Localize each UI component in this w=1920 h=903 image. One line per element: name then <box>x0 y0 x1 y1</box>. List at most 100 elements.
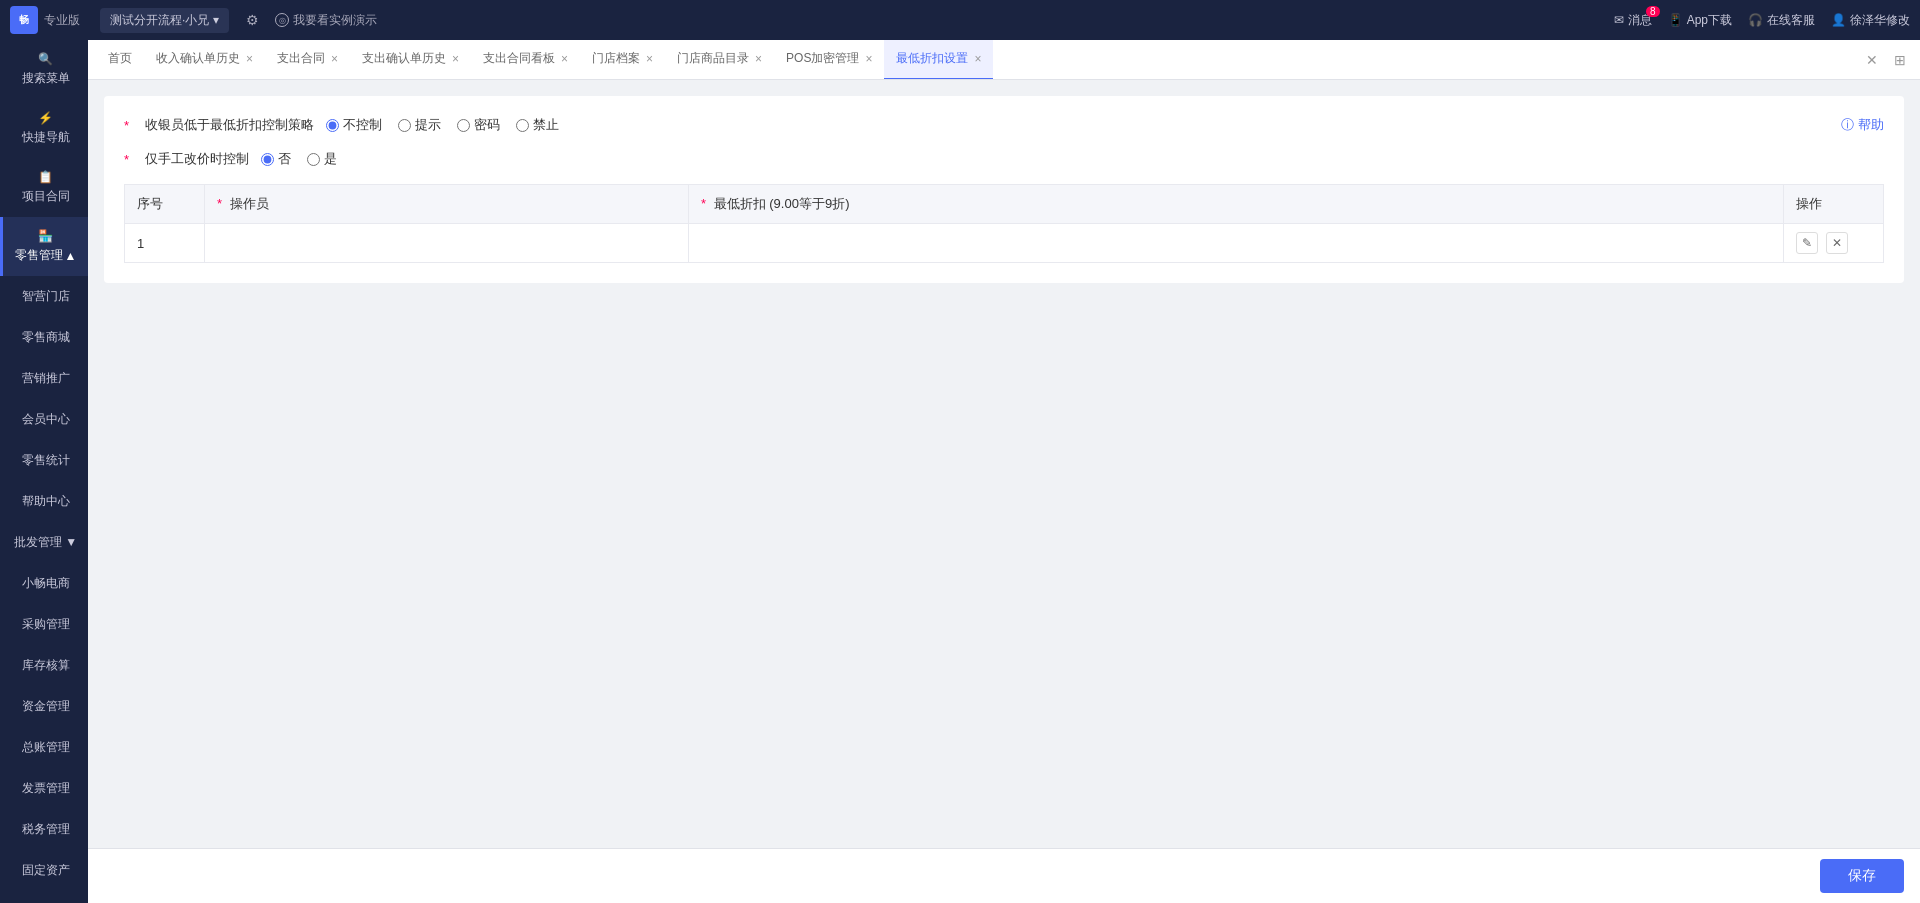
sidebar-item-capital-mgmt[interactable]: 资金管理 <box>0 686 88 727</box>
sidebar-item-accounting[interactable]: 总账管理 <box>0 727 88 768</box>
radio-forbid-input[interactable] <box>516 119 529 132</box>
tab-income-history-close[interactable]: × <box>246 52 253 66</box>
tab-min-discount-close[interactable]: × <box>974 52 981 66</box>
sidebar-label-quick-nav: 快捷导航 <box>22 129 70 146</box>
cashier-policy-label: 收银员低于最低折扣控制策略 <box>145 116 314 134</box>
tab-min-discount[interactable]: 最低折扣设置 × <box>884 40 993 80</box>
save-button[interactable]: 保存 <box>1820 859 1904 893</box>
sidebar-item-search-menu[interactable]: 🔍 搜索菜单 <box>0 40 88 99</box>
table-header-row: 序号 * 操作员 * 最低折扣 (9.00等于9折) 操作 <box>125 185 1884 224</box>
sidebar-item-smart-store[interactable]: 智营门店 <box>0 276 88 317</box>
col-actions-label: 操作 <box>1796 196 1822 211</box>
content-area: 首页 收入确认单历史 × 支出合同 × 支出确认单历史 × 支出合同看板 × 门… <box>88 40 1920 903</box>
tab-income-history-label: 收入确认单历史 <box>156 50 240 67</box>
radio-yes[interactable]: 是 <box>307 150 337 168</box>
help-label: 帮助 <box>1858 116 1884 134</box>
cell-actions: ✎ ✕ <box>1784 224 1884 263</box>
message-item[interactable]: ✉ 消息 8 <box>1614 12 1652 29</box>
tab-payment-contract-close[interactable]: × <box>331 52 338 66</box>
sidebar-label-search-menu: 搜索菜单 <box>22 70 70 87</box>
sidebar-item-project-contract[interactable]: 📋 项目合同 <box>0 158 88 217</box>
sidebar-label-member-center: 会员中心 <box>22 411 70 428</box>
sidebar-item-ecommerce[interactable]: 小畅电商 <box>0 563 88 604</box>
sidebar-item-quick-nav[interactable]: ⚡ 快捷导航 <box>0 99 88 158</box>
tab-home-label: 首页 <box>108 50 132 67</box>
app-download-item[interactable]: 📱 App下载 <box>1668 12 1732 29</box>
radio-yes-input[interactable] <box>307 153 320 166</box>
sidebar-item-marketing[interactable]: 营销推广 <box>0 358 88 399</box>
table-row: 1 ✎ ✕ <box>125 224 1884 263</box>
cell-operator <box>205 224 689 263</box>
sidebar-item-invoice-mgmt[interactable]: 发票管理 <box>0 768 88 809</box>
tab-income-history[interactable]: 收入确认单历史 × <box>144 40 265 80</box>
sidebar: 🔍 搜索菜单 ⚡ 快捷导航 📋 项目合同 🏪 零售管理 ▲ 智营门店 零售商城 … <box>0 40 88 903</box>
manual-price-required-mark: * <box>124 152 129 167</box>
tab-home[interactable]: 首页 <box>96 40 144 80</box>
tab-store-archive-close[interactable]: × <box>646 52 653 66</box>
tab-store-catalog-close[interactable]: × <box>755 52 762 66</box>
sidebar-label-ecommerce: 小畅电商 <box>22 575 70 592</box>
project-name: 测试分开流程·小兄 <box>110 12 209 29</box>
sidebar-item-retail-mall[interactable]: 零售商城 <box>0 317 88 358</box>
sidebar-item-salary[interactable]: 工资 <box>0 891 88 903</box>
tab-payment-kanban[interactable]: 支出合同看板 × <box>471 40 580 80</box>
project-selector[interactable]: 测试分开流程·小兄 ▾ <box>100 8 229 33</box>
message-badge: 8 <box>1646 6 1660 17</box>
tab-pos-password-close[interactable]: × <box>865 52 872 66</box>
app-version-label: 专业版 <box>44 12 80 29</box>
radio-no-input[interactable] <box>261 153 274 166</box>
bottom-bar: 保存 <box>88 848 1920 903</box>
page-content: * 收银员低于最低折扣控制策略 不控制 提示 密码 <box>88 80 1920 848</box>
col-operator-header: * 操作员 <box>205 185 689 224</box>
sidebar-item-purchase-mgmt[interactable]: 采购管理 <box>0 604 88 645</box>
tab-payment-history[interactable]: 支出确认单历史 × <box>350 40 471 80</box>
edit-row-button[interactable]: ✎ <box>1796 232 1818 254</box>
sidebar-item-tax-mgmt[interactable]: 税务管理 <box>0 809 88 850</box>
tab-payment-contract[interactable]: 支出合同 × <box>265 40 350 80</box>
radio-forbid[interactable]: 禁止 <box>516 116 559 134</box>
radio-no-control[interactable]: 不控制 <box>326 116 382 134</box>
tab-payment-history-close[interactable]: × <box>452 52 459 66</box>
tab-store-archive[interactable]: 门店档案 × <box>580 40 665 80</box>
app-download-label: App下载 <box>1687 12 1732 29</box>
radio-no-control-label: 不控制 <box>343 116 382 134</box>
sidebar-label-capital-mgmt: 资金管理 <box>22 698 70 715</box>
demo-label: 我要看实例演示 <box>293 12 377 29</box>
sidebar-item-member-center[interactable]: 会员中心 <box>0 399 88 440</box>
help-link[interactable]: ⓘ 帮助 <box>1841 116 1884 134</box>
cell-index: 1 <box>125 224 205 263</box>
demo-circle-icon: ◎ <box>275 13 289 27</box>
demo-button[interactable]: ◎ 我要看实例演示 <box>275 12 377 29</box>
online-service-item[interactable]: 🎧 在线客服 <box>1748 12 1815 29</box>
sidebar-item-retail-stats[interactable]: 零售统计 <box>0 440 88 481</box>
radio-no-control-input[interactable] <box>326 119 339 132</box>
sidebar-item-help-center[interactable]: 帮助中心 <box>0 481 88 522</box>
sidebar-label-marketing: 营销推广 <box>22 370 70 387</box>
col-min-discount-label: 最低折扣 (9.00等于9折) <box>714 196 850 211</box>
sidebar-item-batch-mgmt[interactable]: 批发管理 ▼ <box>0 522 88 563</box>
tab-store-catalog[interactable]: 门店商品目录 × <box>665 40 774 80</box>
logo-icon: 畅 <box>10 6 38 34</box>
close-tab-button[interactable]: ✕ <box>1860 48 1884 72</box>
tab-pos-password[interactable]: POS加密管理 × <box>774 40 884 80</box>
sidebar-item-fixed-assets[interactable]: 固定资产 <box>0 850 88 891</box>
radio-password-input[interactable] <box>457 119 470 132</box>
radio-password[interactable]: 密码 <box>457 116 500 134</box>
radio-remind-input[interactable] <box>398 119 411 132</box>
radio-remind[interactable]: 提示 <box>398 116 441 134</box>
tab-pos-password-label: POS加密管理 <box>786 50 859 67</box>
user-item[interactable]: 👤 徐泽华修改 <box>1831 12 1910 29</box>
main-layout: 🔍 搜索菜单 ⚡ 快捷导航 📋 项目合同 🏪 零售管理 ▲ 智营门店 零售商城 … <box>0 40 1920 903</box>
delete-row-button[interactable]: ✕ <box>1826 232 1848 254</box>
tab-store-archive-label: 门店档案 <box>592 50 640 67</box>
sidebar-item-inventory[interactable]: 库存核算 <box>0 645 88 686</box>
settings-icon[interactable]: ⚙ <box>239 7 265 33</box>
user-name: 徐泽华修改 <box>1850 12 1910 29</box>
expand-tab-button[interactable]: ⊞ <box>1888 48 1912 72</box>
tab-payment-kanban-close[interactable]: × <box>561 52 568 66</box>
sidebar-label-project-contract: 项目合同 <box>22 188 70 205</box>
sidebar-item-retail-mgmt[interactable]: 🏪 零售管理 ▲ <box>0 217 88 276</box>
cashier-policy-row: * 收银员低于最低折扣控制策略 不控制 提示 密码 <box>124 116 1884 134</box>
radio-no[interactable]: 否 <box>261 150 291 168</box>
cell-min-discount <box>688 224 1783 263</box>
